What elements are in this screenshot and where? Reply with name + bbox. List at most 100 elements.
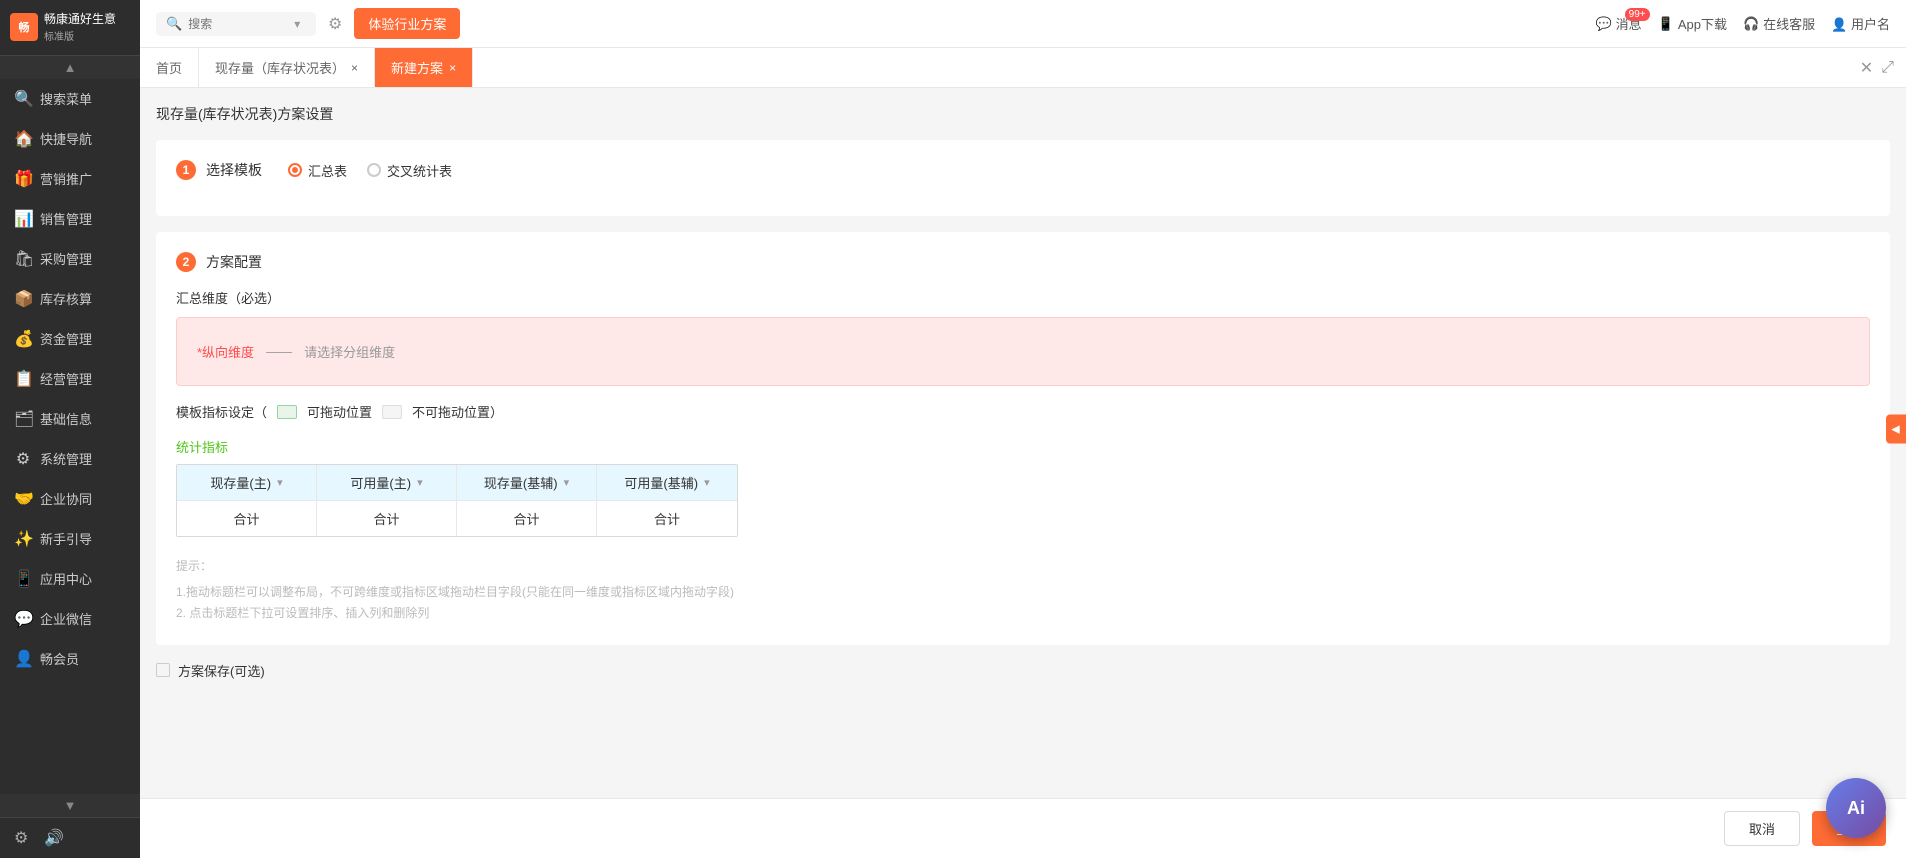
tips-title: 提示：: [176, 556, 1870, 578]
sidebar-scroll-down[interactable]: ▼: [0, 794, 140, 817]
dim-placeholder: 请选择分组维度: [304, 342, 395, 361]
radio-summary-label: 汇总表: [308, 161, 347, 180]
tip-2: 2. 点击标题栏下拉可设置排序、插入列和删除列: [176, 603, 1870, 625]
stats-section-label: 统计指标: [176, 437, 1870, 456]
stats-col-2-header[interactable]: 可用量(主) ▾: [317, 465, 457, 500]
volume-icon[interactable]: 🔊: [44, 828, 64, 848]
stats-data-row: 合计 合计 合计 合计: [177, 500, 737, 536]
search-box[interactable]: 🔍 ▾: [156, 12, 316, 36]
cooperation-icon: 🤝: [14, 489, 32, 509]
sidebar-item-cooperation[interactable]: 🤝 企业协同: [0, 479, 140, 519]
ai-button[interactable]: Ai: [1826, 778, 1886, 838]
sidebar-logo: 畅 畅康通好生意 标准版: [0, 0, 140, 56]
tabbar: 首页 现存量（库存状况表） × 新建方案 × ✕ ⤢: [140, 48, 1906, 88]
gear-icon[interactable]: ⚙: [328, 14, 342, 34]
sidebar-item-label: 营销推广: [40, 169, 92, 188]
indicator-label: 模板指标设定（: [176, 402, 267, 421]
ai-button-label: Ai: [1847, 798, 1865, 819]
logo-subtitle: 标准版: [44, 28, 116, 43]
tab-new-plan-close-icon[interactable]: ×: [449, 61, 456, 75]
stats-col-4-label: 可用量(基辅): [624, 473, 698, 492]
sidebar-item-label: 企业协同: [40, 489, 92, 508]
stats-table: 现存量(主) ▾ 可用量(主) ▾ 现存量(基辅) ▾ 可用量(基辅): [176, 464, 738, 537]
sidebar-item-finance[interactable]: 💰 资金管理: [0, 319, 140, 359]
radio-summary-dot: [288, 163, 302, 177]
marketing-icon: 🎁: [14, 169, 32, 189]
sidebar-item-sales[interactable]: 📊 销售管理: [0, 199, 140, 239]
service-icon: 🎧: [1743, 16, 1759, 32]
main-area: 🔍 ▾ ⚙ 体验行业方案 💬 消息 99+ 📱 App下载 🎧 在线客服 👤: [140, 0, 1906, 858]
sidebar-item-operations[interactable]: 📋 经营管理: [0, 359, 140, 399]
stats-col-2-sub: 合计: [373, 509, 399, 528]
no-drag-label: 不可拖动位置）: [412, 402, 503, 421]
section1-header: 1 选择模板 汇总表 交叉统计表: [176, 160, 1870, 180]
sidebar-scroll-up[interactable]: ▲: [0, 56, 140, 79]
sidebar-item-label: 畅会员: [40, 649, 79, 668]
sidebar-item-label: 搜索菜单: [40, 89, 92, 108]
sidebar-item-marketing[interactable]: 🎁 营销推广: [0, 159, 140, 199]
radio-cross-dot: [367, 163, 381, 177]
cancel-button[interactable]: 取消: [1724, 811, 1800, 846]
sidebar-item-quick-nav[interactable]: 🏠 快捷导航: [0, 119, 140, 159]
save-checkbox[interactable]: [156, 663, 170, 677]
settings-icon[interactable]: ⚙: [14, 828, 28, 848]
sidebar-item-system[interactable]: ⚙ 系统管理: [0, 439, 140, 479]
search-menu-icon: 🔍: [14, 89, 32, 109]
right-float-panel[interactable]: ◀: [1886, 415, 1906, 444]
dim-vertical-required: *纵向维度: [197, 342, 254, 361]
trial-button[interactable]: 体验行业方案: [354, 8, 460, 39]
tab-inventory-status[interactable]: 现存量（库存状况表） ×: [199, 48, 375, 87]
chevron-col-1-icon[interactable]: ▾: [277, 476, 283, 489]
message-button[interactable]: 💬 消息 99+: [1595, 14, 1641, 33]
stats-col-2-data: 合计: [317, 501, 457, 536]
stats-col-1-sub: 合计: [233, 509, 259, 528]
chevron-col-4-icon[interactable]: ▾: [704, 476, 710, 489]
right-float-icon: ◀: [1889, 423, 1901, 436]
sidebar-item-label: 资金管理: [40, 329, 92, 348]
sidebar-item-basic-info[interactable]: 🗂 基础信息: [0, 399, 140, 439]
phone-icon: 📱: [1658, 16, 1674, 32]
sidebar-item-wechat[interactable]: 💬 企业微信: [0, 599, 140, 639]
expand-icon[interactable]: ⤢: [1881, 59, 1894, 77]
online-service-button[interactable]: 🎧 在线客服: [1743, 14, 1815, 33]
dim-vertical-box[interactable]: *纵向维度 —— 请选择分组维度: [176, 317, 1870, 386]
sidebar-item-member[interactable]: 👤 畅会员: [0, 639, 140, 679]
chevron-down-icon[interactable]: ▾: [294, 17, 300, 31]
sidebar-item-label: 采购管理: [40, 249, 92, 268]
search-icon: 🔍: [166, 16, 182, 32]
sidebar-item-purchase[interactable]: 🛍 采购管理: [0, 239, 140, 279]
app-download-label: App下载: [1678, 14, 1727, 33]
stats-col-4-header[interactable]: 可用量(基辅) ▾: [597, 465, 737, 500]
tab-new-plan[interactable]: 新建方案 ×: [375, 48, 473, 87]
chevron-col-3-icon[interactable]: ▾: [564, 476, 570, 489]
content-area: 现存量(库存状况表)方案设置 1 选择模板 汇总表 交叉统计表: [140, 88, 1906, 798]
radio-cross[interactable]: 交叉统计表: [367, 161, 452, 180]
member-icon: 👤: [14, 649, 32, 669]
tab-home-label: 首页: [156, 58, 182, 77]
stats-col-1-header[interactable]: 现存量(主) ▾: [177, 465, 317, 500]
message-badge: 99+: [1625, 8, 1650, 21]
topbar: 🔍 ▾ ⚙ 体验行业方案 💬 消息 99+ 📱 App下载 🎧 在线客服 👤: [140, 0, 1906, 48]
section2-num: 2: [176, 252, 196, 272]
sidebar-item-label: 系统管理: [40, 449, 92, 468]
sidebar-item-search-menu[interactable]: 🔍 搜索菜单: [0, 79, 140, 119]
search-input[interactable]: [188, 17, 288, 31]
chevron-col-2-icon[interactable]: ▾: [417, 476, 423, 489]
sidebar-item-app-center[interactable]: 📱 应用中心: [0, 559, 140, 599]
stats-col-3-header[interactable]: 现存量(基辅) ▾: [457, 465, 597, 500]
app-download-button[interactable]: 📱 App下载: [1658, 14, 1727, 33]
radio-summary[interactable]: 汇总表: [288, 161, 347, 180]
sidebar-item-inventory[interactable]: 📦 库存核算: [0, 279, 140, 319]
tab-home[interactable]: 首页: [140, 48, 199, 87]
sidebar-item-guide[interactable]: ✨ 新手引导: [0, 519, 140, 559]
save-option-label: 方案保存(可选): [178, 661, 265, 680]
sidebar-item-label: 基础信息: [40, 409, 92, 428]
section2-header: 2 方案配置: [176, 252, 1870, 272]
tab-new-plan-label: 新建方案: [391, 58, 443, 77]
quick-nav-icon: 🏠: [14, 129, 32, 149]
close-panel-icon[interactable]: ✕: [1860, 58, 1873, 78]
stats-col-3-label: 现存量(基辅): [484, 473, 558, 492]
tab-inventory-close-icon[interactable]: ×: [351, 61, 358, 75]
user-menu[interactable]: 👤 用户名: [1831, 14, 1890, 33]
topbar-right: 💬 消息 99+ 📱 App下载 🎧 在线客服 👤 用户名: [1595, 14, 1890, 33]
